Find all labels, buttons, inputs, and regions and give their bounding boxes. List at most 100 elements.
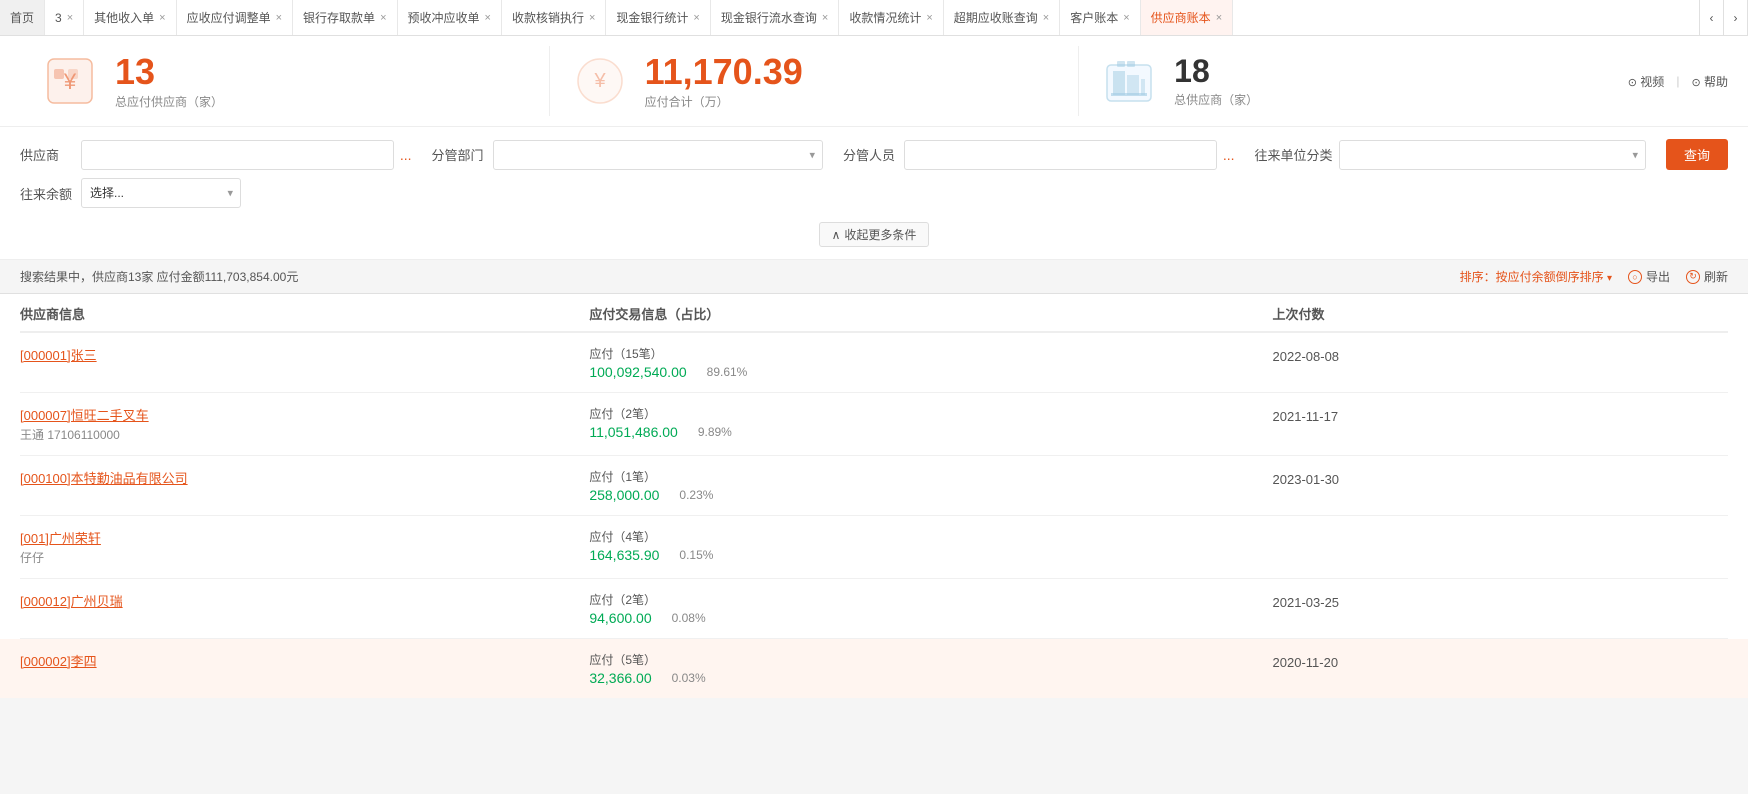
nav-tab-label-bank-deposit: 银行存取款单: [303, 9, 375, 26]
refresh-label: 刷新: [1704, 268, 1728, 285]
nav-tab-supplier-ledger[interactable]: 供应商账本×: [1141, 0, 1233, 35]
nav-tab-prepaid-ar[interactable]: 预收冲应收单 ×: [398, 0, 502, 35]
supplier-dots-btn[interactable]: ...: [400, 147, 412, 163]
nav-tab-receipt-stat[interactable]: 收款情况统计 ×: [839, 0, 943, 35]
nav-tab-close-receipt-stat[interactable]: ×: [926, 12, 932, 24]
dept-select-wrapper: [493, 140, 824, 170]
query-button[interactable]: 查询: [1666, 139, 1728, 170]
trans-amount-4[interactable]: 94,600.00: [589, 610, 651, 626]
nav-tab-close-receipt-writeoff[interactable]: ×: [589, 12, 595, 24]
nav-tab-label-cash-bank-stat: 现金银行统计: [616, 9, 688, 26]
supplier-input[interactable]: [81, 140, 394, 170]
nav-tab-close-tab3[interactable]: ×: [67, 12, 73, 24]
trans-amount-0[interactable]: 100,092,540.00: [589, 364, 686, 380]
supplier-link-2[interactable]: [000100]本特勤油品有限公司: [20, 471, 188, 486]
supplier-link-4[interactable]: [000012]广州贝瑞: [20, 594, 123, 609]
table-row: [000002]李四应付（5笔）32,366.000.03%2020-11-20: [0, 639, 1748, 698]
result-summary: 搜索结果中，供应商13家 应付金额111,703,854.00元: [20, 268, 298, 285]
trans-row-4: 94,600.000.08%: [589, 610, 1272, 626]
payable-amount-number: 11,170.39: [645, 52, 803, 92]
nav-tab-tab3[interactable]: 3×: [45, 0, 84, 35]
export-action[interactable]: ○ 导出: [1628, 268, 1670, 285]
payable-suppliers-content: 13 总应付供应商（家）: [115, 52, 223, 111]
supplier-link-0[interactable]: [000001]张三: [20, 348, 97, 363]
nav-tab-label-prepaid-ar: 预收冲应收单: [408, 9, 480, 26]
trans-col-0: 应付（15笔） 100,092,540.0089.61%: [589, 345, 1272, 380]
header-last-payment: 上次付数: [1273, 304, 1728, 323]
nav-tab-customer-ledger[interactable]: 客户账本 ×: [1060, 0, 1140, 35]
trans-row-0: 100,092,540.0089.61%: [589, 364, 1272, 380]
supplier-col-3: [001]广州荣轩仔仔: [20, 528, 589, 566]
collapse-bar: ∧ 收起更多条件: [20, 216, 1728, 251]
trans-amount-1[interactable]: 11,051,486.00: [589, 424, 678, 440]
nav-tab-cash-bank-query[interactable]: 现金银行流水查询×: [711, 0, 839, 35]
supplier-label: 供应商: [20, 145, 75, 164]
nav-tab-bank-deposit[interactable]: 银行存取款单 ×: [293, 0, 397, 35]
person-input[interactable]: [904, 140, 1217, 170]
nav-tab-label-tab3: 3: [55, 11, 62, 25]
category-field: 往来单位分类: [1255, 140, 1647, 170]
table-body: [000001]张三 应付（15笔） 100,092,540.0089.61% 202…: [20, 333, 1728, 698]
nav-tab-close-ar-ap-adjust[interactable]: ×: [276, 12, 282, 24]
total-suppliers-number: 18: [1174, 54, 1258, 89]
supplier-link-1[interactable]: [000007]恒旺二手叉车: [20, 408, 149, 423]
collapse-button[interactable]: ∧ 收起更多条件: [819, 222, 930, 247]
trans-row-5: 32,366.00 0.03%: [589, 670, 1272, 686]
trans-col-3: 应付（4笔） 164,635.90 0.15%: [589, 528, 1272, 563]
refresh-action[interactable]: ↻ 刷新: [1686, 268, 1728, 285]
dept-select[interactable]: [493, 140, 824, 170]
trans-percent-3: 0.15%: [679, 548, 729, 562]
trans-row-1: 11,051,486.00 9.89%: [589, 424, 1272, 440]
nav-tab-label-receipt-stat: 收款情况统计: [849, 9, 921, 26]
supplier-col-2: [000100]本特勤油品有限公司: [20, 468, 589, 487]
nav-tab-close-other-income[interactable]: ×: [159, 12, 165, 24]
svg-text:¥: ¥: [593, 70, 606, 92]
nav-tab-close-cash-bank-stat[interactable]: ×: [693, 12, 699, 24]
balance-select[interactable]: 选择...: [81, 178, 241, 208]
trans-amount-3[interactable]: 164,635.90: [589, 547, 659, 563]
trans-col-1: 应付（2笔）11,051,486.009.89%: [589, 405, 1272, 440]
nav-tab-ar-ap-adjust[interactable]: 应收应付调整单 ×: [177, 0, 293, 35]
table-row: [001]广州荣轩仔仔应付（4笔） 164,635.90 0.15%: [20, 516, 1728, 579]
balance-select-wrapper: 选择...: [81, 178, 241, 208]
last-payment-col-2: 2023-01-30: [1273, 468, 1728, 487]
video-icon: ⊙: [1628, 77, 1637, 89]
nav-tab-label-ar-ap-adjust: 应收应付调整单: [187, 9, 271, 26]
trans-percent-2: 0.23%: [679, 488, 729, 502]
nav-tab-label-other-income: 其他收入单: [94, 9, 154, 26]
supplier-link-5[interactable]: [000002]李四: [20, 654, 97, 669]
nav-tab-label-customer-ledger: 客户账本: [1070, 9, 1118, 26]
nav-tab-close-overdue-ar[interactable]: ×: [1043, 12, 1049, 24]
nav-tab-overdue-ar[interactable]: 超期应收账查询×: [944, 0, 1060, 35]
nav-tab-receipt-writeoff[interactable]: 收款核销执行×: [502, 0, 606, 35]
nav-tab-cash-bank-stat[interactable]: 现金银行统计 ×: [606, 0, 710, 35]
supplier-link-3[interactable]: [001]广州荣轩: [20, 531, 101, 546]
trans-amount-5[interactable]: 32,366.00: [589, 670, 651, 686]
stats-bar: ¥ 13 总应付供应商（家） ¥ 11,170.39 应付合计（万）: [0, 36, 1748, 127]
trans-percent-1: 9.89%: [698, 425, 748, 439]
nav-tab-close-customer-ledger[interactable]: ×: [1123, 12, 1129, 24]
nav-tab-close-prepaid-ar[interactable]: ×: [485, 12, 491, 24]
help-link[interactable]: ⊙ 帮助: [1691, 73, 1728, 90]
sort-label[interactable]: 排序：按应付余额倒序排序 ▾: [1460, 268, 1612, 285]
person-dots-btn[interactable]: ...: [1223, 147, 1235, 163]
search-row-1: 供应商 ... 分管部门 分管人员 ... 往来单位分类 查询: [20, 139, 1728, 170]
nav-tab-close-bank-deposit[interactable]: ×: [380, 12, 386, 24]
search-area: 供应商 ... 分管部门 分管人员 ... 往来单位分类 查询: [0, 127, 1748, 260]
category-select[interactable]: [1339, 140, 1646, 170]
export-label: 导出: [1646, 268, 1670, 285]
nav-next-arrow[interactable]: ›: [1724, 0, 1748, 36]
nav-prev-arrow[interactable]: ‹: [1700, 0, 1724, 36]
nav-tab-home[interactable]: 首页: [0, 0, 45, 35]
video-link[interactable]: ⊙ 视频: [1628, 73, 1665, 90]
trans-type-0: 应付（15笔）: [589, 345, 1272, 362]
sort-icon: ▾: [1607, 273, 1612, 284]
nav-tab-other-income[interactable]: 其他收入单 ×: [84, 0, 176, 35]
trans-percent-5: 0.03%: [672, 671, 722, 685]
supplier-sub-1: 王通 17106110000: [20, 426, 589, 443]
last-payment-col-1: 2021-11-17: [1273, 405, 1728, 424]
nav-tab-close-supplier-ledger[interactable]: ×: [1216, 12, 1222, 24]
nav-tab-close-cash-bank-query[interactable]: ×: [822, 12, 828, 24]
trans-amount-2[interactable]: 258,000.00: [589, 487, 659, 503]
trans-type-3: 应付（4笔）: [589, 528, 1272, 545]
